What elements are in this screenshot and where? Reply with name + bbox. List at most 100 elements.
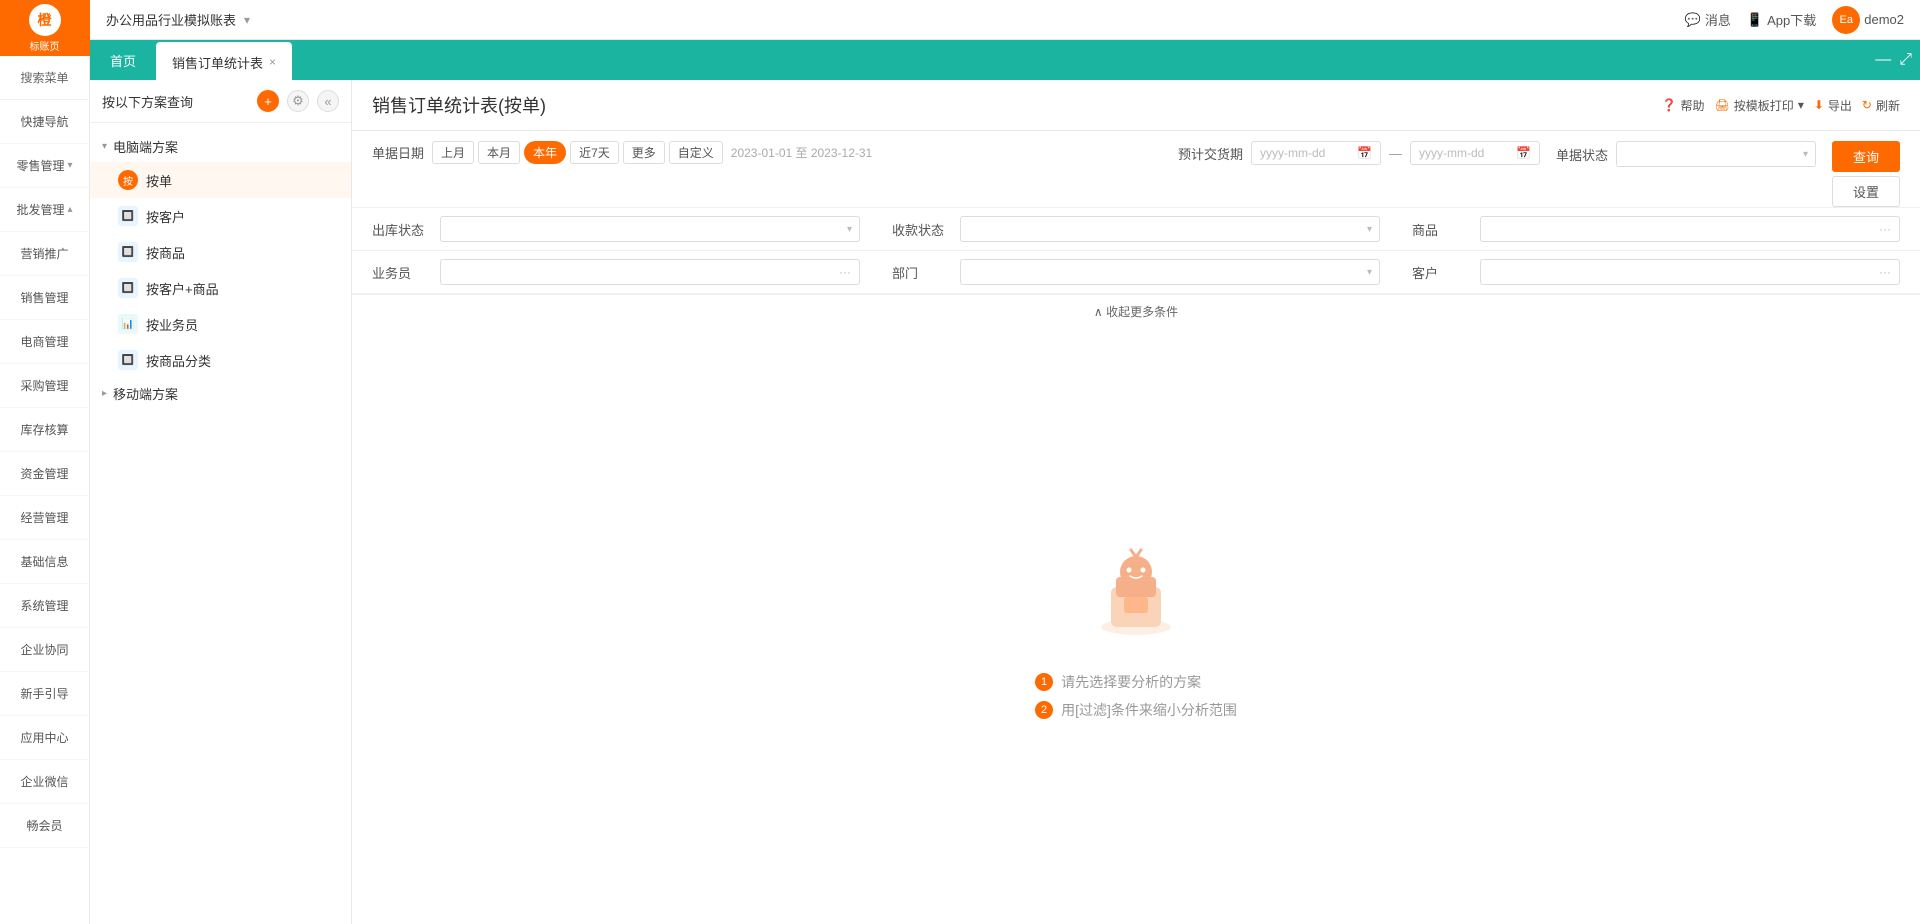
print-dropdown-icon[interactable]: ▾: [1798, 98, 1804, 112]
customer-input[interactable]: ···: [1480, 259, 1900, 285]
left-panel-title: 按以下方案查询: [102, 92, 193, 111]
date-label: 单据日期: [372, 143, 424, 162]
sidebar-item-corpwx[interactable]: 企业微信: [0, 760, 90, 804]
salesperson-block: 业务员 ···: [372, 259, 860, 285]
product-block: 商品 ···: [1412, 216, 1900, 242]
topbar-title: 办公用品行业模拟账表: [106, 10, 236, 29]
payment-status-label: 收款状态: [892, 220, 952, 239]
help-button[interactable]: ❓ 帮助: [1662, 97, 1705, 114]
message-button[interactable]: 💬 消息: [1685, 10, 1731, 29]
download-icon: 📱: [1747, 12, 1763, 28]
app-logo[interactable]: 橙 标账页: [0, 0, 90, 56]
ship-status-select[interactable]: [440, 216, 860, 242]
tab-sales-stats[interactable]: 销售订单统计表 ×: [156, 42, 292, 82]
search-menu-button[interactable]: 搜索菜单: [0, 56, 90, 100]
scheme-item-按客户[interactable]: 🔲 按客户: [90, 198, 351, 234]
tab-close-icon[interactable]: ×: [269, 55, 276, 69]
retail-arrow: ▾: [67, 160, 72, 171]
collapse-bar[interactable]: ∧ 收起更多条件: [352, 294, 1920, 328]
scheme-item-按客户商品[interactable]: 🔲 按客户+商品: [90, 270, 351, 306]
doc-status-select[interactable]: [1616, 141, 1816, 167]
date-last-month[interactable]: 上月: [432, 141, 474, 164]
scheme-item-按商品[interactable]: 🔲 按商品: [90, 234, 351, 270]
sidebar-item-member[interactable]: 畅会员: [0, 804, 90, 848]
sidebar-item-inventory[interactable]: 库存核算: [0, 408, 90, 452]
scheme-icon-按商品分类: 🔲: [118, 350, 138, 370]
page-title: 销售订单统计表(按单): [372, 92, 546, 130]
reset-button[interactable]: 设置: [1832, 176, 1900, 207]
date-shortcuts: 上月 本月 本年 近7天 更多 自定义: [432, 141, 723, 164]
tabbar: 首页 销售订单统计表 × — ⤢: [90, 40, 1920, 80]
collapse-label: 收起更多条件: [1106, 303, 1178, 320]
desktop-scheme-parent[interactable]: ▾ 电脑端方案: [90, 131, 351, 162]
sidebar-item-basic[interactable]: 基础信息: [0, 540, 90, 584]
right-panel: 销售订单统计表(按单) ❓ 帮助 🖨 按模板打印 ▾ ⬇ 导出: [352, 80, 1920, 924]
user-profile-button[interactable]: Ea demo2: [1832, 6, 1904, 34]
tab-minimize-button[interactable]: —: [1875, 51, 1891, 69]
filter-section: 单据日期 上月 本月 本年 近7天 更多 自定义 2023-01-01 至 20…: [352, 131, 1920, 328]
salesperson-input[interactable]: ···: [440, 259, 860, 285]
desktop-arrow-icon: ▾: [102, 141, 107, 152]
print-button[interactable]: 🖨 按模板打印 ▾: [1715, 97, 1804, 114]
sidebar-item-retail[interactable]: 零售管理 ▾: [0, 144, 90, 188]
scheme-label-按客户: 按客户: [146, 207, 185, 226]
date-custom[interactable]: 自定义: [669, 141, 723, 164]
scheme-tree: ▾ 电脑端方案 按 按单 🔲 按客户 🔲 按商品 🔲 按客户+商品: [90, 123, 351, 417]
export-button[interactable]: ⬇ 导出: [1814, 97, 1852, 114]
mobile-arrow-icon: ▸: [102, 388, 107, 399]
scheme-label-按商品: 按商品: [146, 243, 185, 262]
sidebar-item-ecommerce[interactable]: 电商管理: [0, 320, 90, 364]
payment-status-select[interactable]: [960, 216, 1380, 242]
product-input[interactable]: ···: [1480, 216, 1900, 242]
sidebar-item-newuser[interactable]: 新手引导: [0, 672, 90, 716]
scheme-item-按单[interactable]: 按 按单: [90, 162, 351, 198]
date-more[interactable]: 更多: [623, 141, 665, 164]
search-button[interactable]: 查询: [1832, 141, 1900, 172]
date-this-year[interactable]: 本年: [524, 141, 566, 164]
ship-status-block: 出库状态 ▾: [372, 216, 860, 242]
refresh-button[interactable]: ↻ 刷新: [1862, 97, 1900, 114]
settings-scheme-button[interactable]: ⚙: [287, 90, 309, 112]
sidebar-item-operations[interactable]: 经营管理: [0, 496, 90, 540]
customer-label: 客户: [1412, 263, 1472, 282]
desktop-scheme-label: 电脑端方案: [113, 137, 178, 156]
tab-maximize-button[interactable]: ⤢: [1899, 51, 1912, 69]
sidebar-item-finance[interactable]: 资金管理: [0, 452, 90, 496]
sidebar-item-corp[interactable]: 企业协同: [0, 628, 90, 672]
date-this-month[interactable]: 本月: [478, 141, 520, 164]
logo-text: 标账页: [30, 38, 60, 53]
payment-status-select-wrap: ▾: [960, 216, 1380, 242]
collapse-icon: ∧: [1094, 305, 1103, 319]
hint-num-2: 2: [1035, 701, 1053, 719]
user-avatar: Ea: [1832, 6, 1860, 34]
empty-state: 1 请先选择要分析的方案 2 用[过滤]条件来缩小分析范围: [352, 328, 1920, 924]
tab-home-label: 首页: [110, 51, 136, 70]
expected-date-end[interactable]: yyyy-mm-dd 📅: [1410, 141, 1540, 165]
expected-date-label: 预计交货期: [1178, 144, 1243, 163]
doc-status-select-wrap: ▾: [1616, 141, 1816, 167]
page-header: 销售订单统计表(按单) ❓ 帮助 🖨 按模板打印 ▾ ⬇ 导出: [352, 80, 1920, 131]
scheme-item-按商品分类[interactable]: 🔲 按商品分类: [90, 342, 351, 378]
sidebar-item-quicknav[interactable]: 快捷导航: [0, 100, 90, 144]
message-icon: 💬: [1685, 12, 1701, 28]
sidebar-item-appcenter[interactable]: 应用中心: [0, 716, 90, 760]
sidebar-item-sales[interactable]: 销售管理: [0, 276, 90, 320]
tab-home[interactable]: 首页: [90, 40, 156, 80]
content-area: 按以下方案查询 + ⚙ « ▾ 电脑端方案: [90, 80, 1920, 924]
add-scheme-button[interactable]: +: [257, 90, 279, 112]
sidebar-item-marketing[interactable]: 营销推广: [0, 232, 90, 276]
app-download-button[interactable]: 📱 App下载: [1747, 10, 1816, 29]
sidebar-item-system[interactable]: 系统管理: [0, 584, 90, 628]
topbar-dropdown-icon[interactable]: ▾: [244, 13, 250, 27]
scheme-item-按业务员[interactable]: 📊 按业务员: [90, 306, 351, 342]
mobile-scheme-parent[interactable]: ▸ 移动端方案: [90, 378, 351, 409]
collapse-panel-button[interactable]: «: [317, 90, 339, 112]
doc-status-block: 单据状态 ▾: [1556, 141, 1816, 167]
sidebar-item-purchase[interactable]: 采购管理: [0, 364, 90, 408]
sidebar-item-wholesale[interactable]: 批发管理 ▴: [0, 188, 90, 232]
date-last-7[interactable]: 近7天: [570, 141, 619, 164]
department-select[interactable]: [960, 259, 1380, 285]
expected-date-start[interactable]: yyyy-mm-dd 📅: [1251, 141, 1381, 165]
expected-start-placeholder: yyyy-mm-dd: [1260, 146, 1325, 160]
department-select-wrap: ▾: [960, 259, 1380, 285]
